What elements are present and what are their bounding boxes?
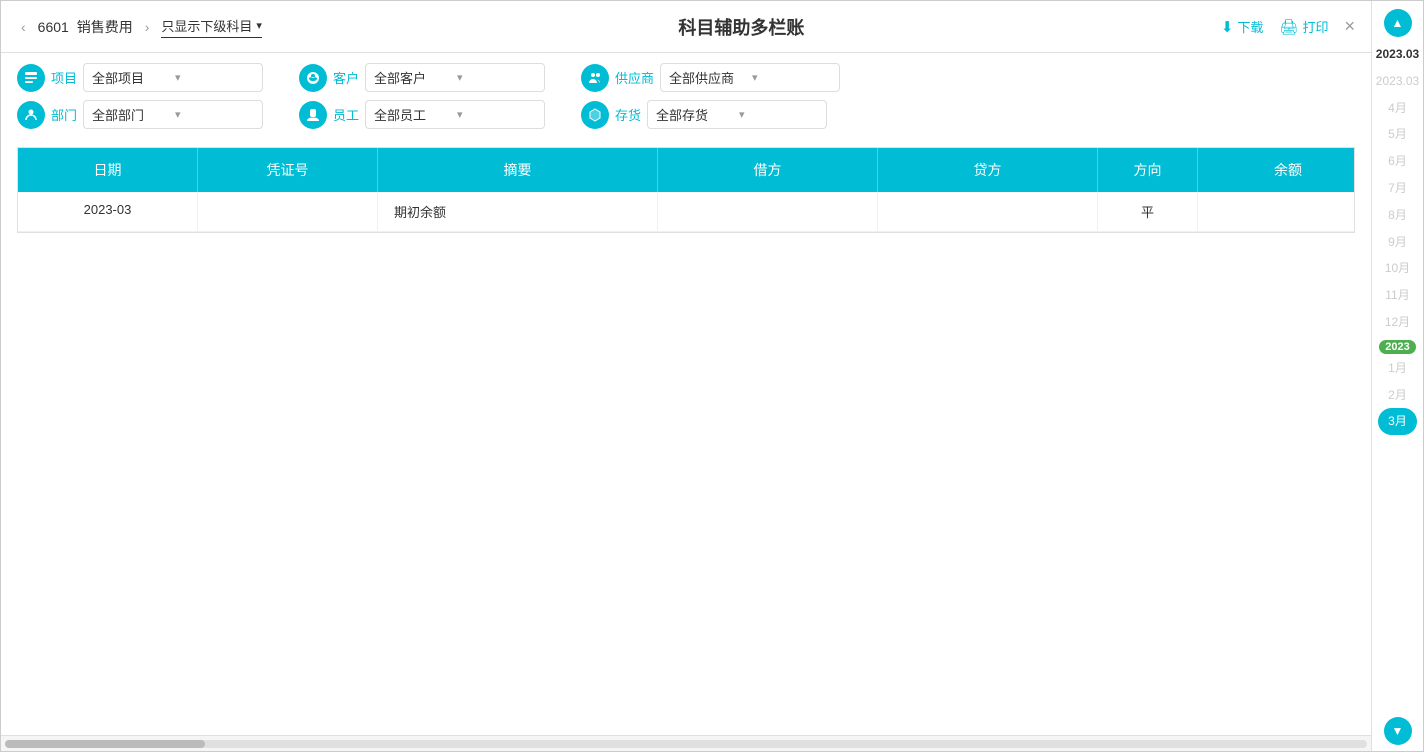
- col-balance: 余额: [1198, 148, 1355, 192]
- inventory-arrow-icon: ▾: [739, 108, 818, 121]
- timeline-item-2023-03-2[interactable]: 2023.03: [1372, 68, 1423, 95]
- col-date: 日期: [18, 148, 198, 192]
- timeline-item-4[interactable]: 4月: [1372, 95, 1423, 122]
- table-row[interactable]: 2023-03 期初余额 平: [18, 192, 1354, 232]
- customer-select[interactable]: 全部客户 ▾: [365, 63, 545, 92]
- page-title: 科目辅助多栏账: [678, 14, 804, 40]
- supplier-label: 供应商: [615, 68, 654, 87]
- project-select[interactable]: 全部项目 ▾: [83, 63, 263, 92]
- timeline-item-1[interactable]: 1月: [1372, 355, 1423, 382]
- timeline-item-10[interactable]: 10月: [1372, 255, 1423, 282]
- supplier-arrow-icon: ▾: [752, 71, 831, 84]
- staff-arrow-icon: ▾: [457, 108, 536, 121]
- cell-debit-0: [658, 192, 878, 231]
- timeline-item-2[interactable]: 2月: [1372, 382, 1423, 409]
- scrollbar-thumb[interactable]: [5, 740, 205, 748]
- inventory-select[interactable]: 全部存货 ▾: [647, 100, 827, 129]
- cell-direction-0: 平: [1098, 192, 1198, 231]
- print-btn[interactable]: 🖨 打印: [1279, 17, 1328, 36]
- col-voucher: 凭证号: [198, 148, 378, 192]
- account-code: 6601 销售费用: [38, 17, 133, 37]
- staff-label: 员工: [333, 105, 359, 124]
- inventory-label: 存货: [615, 105, 641, 124]
- timeline-item-11[interactable]: 11月: [1372, 282, 1423, 309]
- timeline-item-9[interactable]: 9月: [1372, 229, 1423, 256]
- title-bar: ‹ 6601 销售费用 › 只显示下级科目 ▾ 科目辅助多栏账 ⬇ 下载: [1, 1, 1371, 53]
- cell-balance-0: [1198, 192, 1355, 231]
- main-window: ▲ 2023.03 2023.03 4月 5月 6月 7月 8月 9月 10月 …: [0, 0, 1424, 752]
- filter-customer: 客户 全部客户 ▾: [299, 63, 545, 92]
- title-right: ⬇ 下载 🖨 打印 ×: [1221, 16, 1355, 37]
- customer-label: 客户: [333, 68, 359, 87]
- filter-row-2: 部门 全部部门 ▾ 员工 全部员工 ▾: [17, 100, 1355, 129]
- main-content-area: ‹ 6601 销售费用 › 只显示下级科目 ▾ 科目辅助多栏账 ⬇ 下载: [1, 1, 1371, 233]
- filter-project: 项目 全部项目 ▾: [17, 63, 263, 92]
- table-body: 2023-03 期初余额 平: [18, 192, 1354, 232]
- close-btn[interactable]: ×: [1344, 16, 1355, 37]
- show-sub-toggle[interactable]: 只显示下级科目 ▾: [161, 16, 262, 38]
- show-sub-arrow-icon: ▾: [256, 19, 262, 32]
- download-icon: ⬇: [1221, 18, 1234, 36]
- timeline-item-5[interactable]: 5月: [1372, 121, 1423, 148]
- dept-select[interactable]: 全部部门 ▾: [83, 100, 263, 129]
- inventory-icon: [581, 101, 609, 129]
- staff-select[interactable]: 全部员工 ▾: [365, 100, 545, 129]
- table-header: 日期 凭证号 摘要 借方 贷方 方向 余额: [18, 148, 1354, 192]
- timeline-item-12[interactable]: 12月: [1372, 309, 1423, 336]
- timeline-item-3-active[interactable]: 3月: [1378, 408, 1417, 435]
- print-icon: 🖨: [1279, 18, 1298, 36]
- timeline-item-7[interactable]: 7月: [1372, 175, 1423, 202]
- timeline-item-6[interactable]: 6月: [1372, 148, 1423, 175]
- customer-arrow-icon: ▾: [457, 71, 536, 84]
- download-btn[interactable]: ⬇ 下载: [1221, 17, 1264, 36]
- col-summary: 摘要: [378, 148, 658, 192]
- dept-label: 部门: [51, 105, 77, 124]
- supplier-icon: [581, 64, 609, 92]
- col-credit: 贷方: [878, 148, 1098, 192]
- project-label: 项目: [51, 68, 77, 87]
- cell-voucher-0: [198, 192, 378, 231]
- timeline-item-8[interactable]: 8月: [1372, 202, 1423, 229]
- timeline-down-btn[interactable]: ▼: [1384, 717, 1412, 745]
- filter-supplier: 供应商 全部供应商 ▾: [581, 63, 840, 92]
- year-badge-container: 2023: [1379, 338, 1415, 353]
- timeline-panel: ▲ 2023.03 2023.03 4月 5月 6月 7月 8月 9月 10月 …: [1371, 1, 1423, 752]
- col-direction: 方向: [1098, 148, 1198, 192]
- dept-arrow-icon: ▾: [175, 108, 254, 121]
- timeline-up-btn[interactable]: ▲: [1384, 9, 1412, 37]
- timeline-item-2023-03-1[interactable]: 2023.03: [1372, 41, 1423, 68]
- title-left: ‹ 6601 销售费用 › 只显示下级科目 ▾: [17, 15, 262, 39]
- supplier-select[interactable]: 全部供应商 ▾: [660, 63, 840, 92]
- ledger-table: 日期 凭证号 摘要 借方 贷方 方向 余额 2023-03 期初余额 平: [17, 147, 1355, 233]
- cell-date-0: 2023-03: [18, 192, 198, 231]
- filter-dept: 部门 全部部门 ▾: [17, 100, 263, 129]
- next-account-btn[interactable]: ›: [141, 15, 154, 39]
- filter-area: 项目 全部项目 ▾ 客户 全部客户 ▾: [1, 53, 1371, 147]
- project-icon: [17, 64, 45, 92]
- prev-account-btn[interactable]: ‹: [17, 15, 30, 39]
- year-badge: 2023: [1379, 340, 1415, 354]
- staff-icon: [299, 101, 327, 129]
- customer-icon: [299, 64, 327, 92]
- filter-row-1: 项目 全部项目 ▾ 客户 全部客户 ▾: [17, 63, 1355, 92]
- filter-inventory: 存货 全部存货 ▾: [581, 100, 827, 129]
- project-arrow-icon: ▾: [175, 71, 254, 84]
- cell-credit-0: [878, 192, 1098, 231]
- col-debit: 借方: [658, 148, 878, 192]
- horizontal-scrollbar[interactable]: [1, 735, 1371, 751]
- dept-icon: [17, 101, 45, 129]
- cell-summary-0: 期初余额: [378, 192, 658, 231]
- filter-staff: 员工 全部员工 ▾: [299, 100, 545, 129]
- scrollbar-track: [5, 740, 1367, 748]
